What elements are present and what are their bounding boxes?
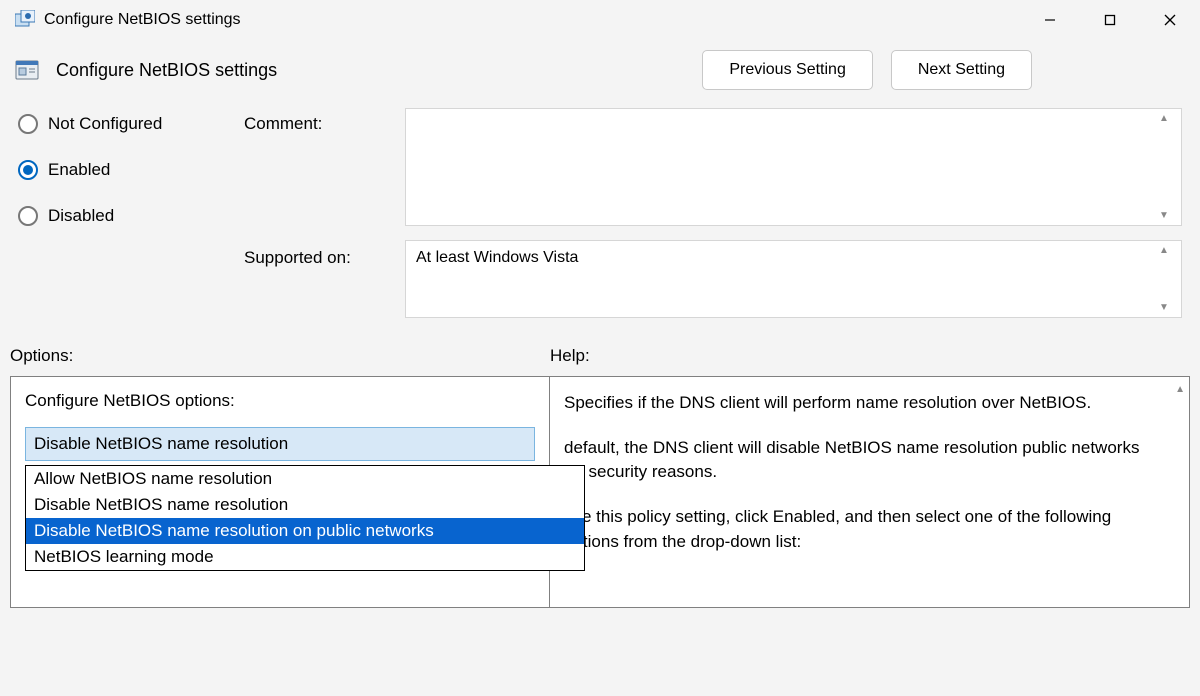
radio-not-configured[interactable]: Not Configured bbox=[18, 114, 238, 134]
options-section-label: Options: bbox=[10, 346, 550, 366]
radio-disabled[interactable]: Disabled bbox=[18, 206, 238, 226]
close-button[interactable] bbox=[1140, 0, 1200, 40]
radio-label: Not Configured bbox=[48, 114, 162, 134]
minimize-button[interactable] bbox=[1020, 0, 1080, 40]
options-panel: Configure NetBIOS options: Disable NetBI… bbox=[10, 376, 550, 608]
up-arrow-icon[interactable]: ▲ bbox=[1175, 383, 1185, 398]
options-combo-label: Configure NetBIOS options: bbox=[25, 391, 535, 411]
previous-setting-button[interactable]: Previous Setting bbox=[702, 50, 873, 90]
radio-icon bbox=[18, 114, 38, 134]
supported-on-value: At least Windows Vista bbox=[416, 249, 578, 266]
help-panel: ▲ Specifies if the DNS client will perfo… bbox=[550, 376, 1190, 608]
maximize-button[interactable] bbox=[1080, 0, 1140, 40]
dropdown-item[interactable]: Allow NetBIOS name resolution bbox=[26, 466, 584, 492]
radio-icon bbox=[18, 160, 38, 180]
up-arrow-icon[interactable]: ▲ bbox=[1159, 113, 1177, 124]
help-paragraph: use this policy setting, click Enabled, … bbox=[564, 505, 1161, 554]
app-icon bbox=[14, 9, 36, 31]
nav-buttons: Previous Setting Next Setting bbox=[702, 50, 1032, 90]
options-dropdown: Allow NetBIOS name resolution Disable Ne… bbox=[25, 465, 585, 571]
titlebar: Configure NetBIOS settings bbox=[0, 0, 1200, 40]
header-row: Configure NetBIOS settings Previous Sett… bbox=[0, 40, 1200, 108]
dropdown-item[interactable]: Disable NetBIOS name resolution bbox=[26, 492, 584, 518]
policy-editor-window: Configure NetBIOS settings Configure Net… bbox=[0, 0, 1200, 696]
help-section-label: Help: bbox=[550, 346, 1190, 366]
lower-panels: Configure NetBIOS options: Disable NetBI… bbox=[0, 376, 1200, 608]
up-arrow-icon[interactable]: ▲ bbox=[1159, 245, 1177, 256]
state-radio-group: Not Configured Enabled Disabled bbox=[18, 108, 238, 226]
radio-label: Disabled bbox=[48, 206, 114, 226]
next-setting-button[interactable]: Next Setting bbox=[891, 50, 1032, 90]
page-title: Configure NetBIOS settings bbox=[52, 60, 692, 81]
policy-icon bbox=[14, 58, 42, 82]
supported-on-label: Supported on: bbox=[244, 226, 399, 268]
dropdown-item[interactable]: NetBIOS learning mode bbox=[26, 544, 584, 570]
help-paragraph: default, the DNS client will disable Net… bbox=[564, 436, 1161, 485]
supported-on-box: At least Windows Vista ▲▼ bbox=[405, 240, 1182, 318]
options-combo[interactable]: Disable NetBIOS name resolution bbox=[25, 427, 535, 461]
dropdown-item[interactable]: Disable NetBIOS name resolution on publi… bbox=[26, 518, 584, 544]
scroll-arrows: ▲▼ bbox=[1159, 109, 1177, 225]
radio-icon bbox=[18, 206, 38, 226]
radio-enabled[interactable]: Enabled bbox=[18, 160, 238, 180]
down-arrow-icon[interactable]: ▼ bbox=[1159, 302, 1177, 313]
comment-label: Comment: bbox=[244, 108, 399, 134]
comment-textarea[interactable]: ▲▼ bbox=[405, 108, 1182, 226]
settings-grid: Not Configured Enabled Disabled Comment:… bbox=[0, 108, 1200, 318]
section-labels: Options: Help: bbox=[0, 318, 1200, 376]
radio-label: Enabled bbox=[48, 160, 110, 180]
window-title: Configure NetBIOS settings bbox=[44, 11, 1020, 29]
scroll-arrows: ▲▼ bbox=[1159, 241, 1177, 317]
help-paragraph: Specifies if the DNS client will perform… bbox=[564, 391, 1161, 416]
down-arrow-icon[interactable]: ▼ bbox=[1159, 210, 1177, 221]
window-controls bbox=[1020, 0, 1200, 40]
